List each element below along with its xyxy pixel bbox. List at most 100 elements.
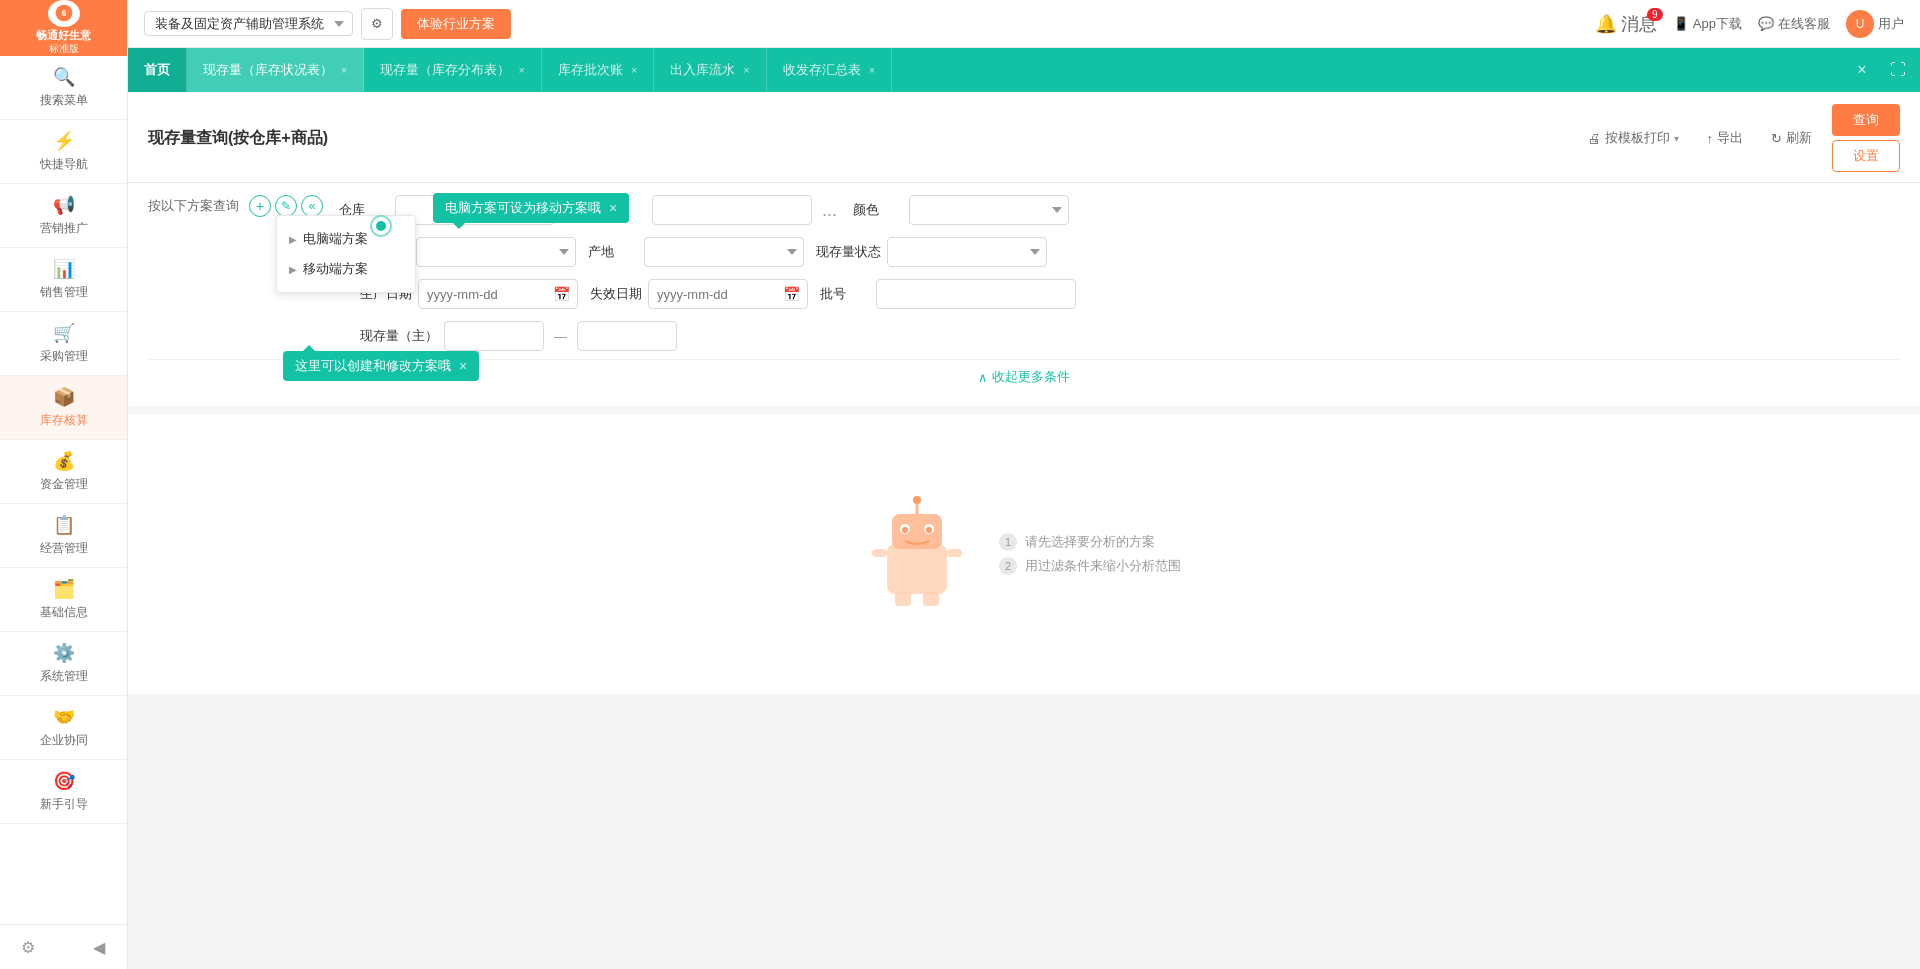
tab-recv-summary-label: 收发存汇总表 — [783, 61, 861, 79]
sidebar-item-purchase[interactable]: 🛒 采购管理 — [0, 312, 127, 376]
tab-batch-ledger[interactable]: 库存批次账 × — [542, 48, 654, 92]
refresh-icon: ↻ — [1771, 131, 1782, 146]
tab-batch-ledger-close[interactable]: × — [631, 64, 637, 76]
print-dropdown-icon: ▾ — [1674, 133, 1679, 144]
sidebar-item-sales[interactable]: 📊 销售管理 — [0, 248, 127, 312]
app-download-btn[interactable]: 📱 App下载 — [1673, 15, 1742, 33]
sidebar-item-label: 系统管理 — [40, 668, 88, 685]
app-download-label: App下载 — [1693, 15, 1742, 33]
online-service-btn[interactable]: 💬 在线客服 — [1758, 15, 1830, 33]
empty-state-container: 1 请先选择要分析的方案 2 用过滤条件来缩小分析范围 — [128, 414, 1920, 694]
sidebar-item-operations[interactable]: 📋 经营管理 — [0, 504, 127, 568]
system-selector[interactable]: 装备及固定资产辅助管理系统 — [144, 11, 353, 36]
tooltip-create-scheme: 这里可以创建和修改方案哦 × — [283, 351, 479, 381]
stock-main-label: 现存量（主） — [360, 327, 438, 345]
scheme-tree-mobile[interactable]: ▶ 移动端方案 — [277, 254, 415, 284]
tooltip2-close-btn[interactable]: × — [459, 358, 467, 374]
stock-main-to-input[interactable] — [577, 321, 677, 351]
tab-in-out-flow[interactable]: 出入库流水 × — [654, 48, 766, 92]
guide-icon: 🎯 — [53, 770, 75, 792]
svg-point-7 — [926, 527, 932, 533]
purchase-icon: 🛒 — [53, 322, 75, 344]
basic-info-icon: 🗂️ — [53, 578, 75, 600]
expire-date-field: 失效日期 📅 — [590, 279, 808, 309]
sidebar-item-label: 销售管理 — [40, 284, 88, 301]
product-input[interactable] — [652, 195, 812, 225]
settings-icon-btn[interactable]: ⚙ — [361, 8, 393, 40]
size-select[interactable] — [416, 237, 576, 267]
sidebar-settings-btn[interactable]: ⚙ — [8, 933, 48, 961]
tab-recv-summary-close[interactable]: × — [869, 64, 875, 76]
top-header: 装备及固定资产辅助管理系统 ⚙ 体验行业方案 🔔 消息 9 📱 App下载 💬 … — [128, 0, 1920, 48]
sidebar-item-enterprise[interactable]: 🤝 企业协同 — [0, 696, 127, 760]
scheme-back-btn[interactable]: « — [301, 195, 323, 217]
svg-point-9 — [913, 496, 921, 504]
app-logo: 6 畅通好生意 标准版 — [0, 0, 127, 56]
mobile-scheme-label: 移动端方案 — [303, 260, 368, 278]
scheme-tree-panel: ▶ 电脑端方案 ▶ 移动端方案 — [276, 215, 416, 293]
print-btn[interactable]: 🖨 按模板打印 ▾ — [1580, 125, 1687, 151]
logo-sub: 标准版 — [49, 42, 79, 56]
tab-in-out-flow-close[interactable]: × — [743, 64, 749, 76]
industry-btn[interactable]: 体验行业方案 — [401, 9, 511, 39]
sidebar-item-inventory[interactable]: 📦 库存核算 — [0, 376, 127, 440]
tooltip1-close-btn[interactable]: × — [609, 200, 617, 216]
message-badge: 9 — [1647, 8, 1663, 21]
enterprise-icon: 🤝 — [53, 706, 75, 728]
tab-bar-right: × ⛶ — [1848, 56, 1920, 84]
sidebar-item-guide[interactable]: 🎯 新手引导 — [0, 760, 127, 824]
tab-inventory-dist-close[interactable]: × — [518, 64, 524, 76]
batch-input[interactable] — [876, 279, 1076, 309]
tab-bar: 首页 现存量（库存状况表） × 现存量（库存分布表） × 库存批次账 × 出入库… — [128, 48, 1920, 92]
refresh-btn[interactable]: ↻ 刷新 — [1763, 125, 1820, 151]
collapse-chevron-up-icon: ∧ — [978, 370, 988, 385]
pc-scheme-label: 电脑端方案 — [303, 230, 368, 248]
tab-inventory-dist[interactable]: 现存量（库存分布表） × — [364, 48, 541, 92]
export-btn[interactable]: ↑ 导出 — [1699, 125, 1752, 151]
stock-main-separator: — — [550, 329, 571, 344]
stock-status-select[interactable] — [887, 237, 1047, 267]
expire-date-input[interactable] — [648, 279, 808, 309]
tab-fullscreen-btn[interactable]: ⛶ — [1884, 56, 1912, 84]
user-btn[interactable]: U 用户 — [1846, 10, 1904, 38]
refresh-label: 刷新 — [1786, 129, 1812, 147]
tab-inventory-status-close[interactable]: × — [341, 64, 347, 76]
sidebar-item-basic-info[interactable]: 🗂️ 基础信息 — [0, 568, 127, 632]
sidebar-item-search-menu[interactable]: 🔍 搜索菜单 — [0, 56, 127, 120]
sidebar-item-label: 资金管理 — [40, 476, 88, 493]
scheme-edit-btn[interactable]: ✎ — [275, 195, 297, 217]
color-select[interactable] — [909, 195, 1069, 225]
query-btn[interactable]: 查询 — [1832, 104, 1900, 136]
sidebar-collapse-btn[interactable]: ◀ — [79, 933, 119, 961]
hint-num-2: 2 — [999, 557, 1017, 575]
system-title-area: 装备及固定资产辅助管理系统 ⚙ 体验行业方案 — [144, 8, 1583, 40]
empty-hint-1: 1 请先选择要分析的方案 — [999, 533, 1181, 551]
tab-recv-summary[interactable]: 收发存汇总表 × — [767, 48, 892, 92]
page-header: 现存量查询(按仓库+商品) 🖨 按模板打印 ▾ ↑ 导出 ↻ 刷新 — [128, 92, 1920, 183]
tab-close-all-btn[interactable]: × — [1848, 56, 1876, 84]
sidebar-item-quick-nav[interactable]: ⚡ 快捷导航 — [0, 120, 127, 184]
svg-rect-12 — [895, 592, 911, 606]
page-actions: 🖨 按模板打印 ▾ ↑ 导出 ↻ 刷新 查询 设置 — [1580, 104, 1901, 172]
inventory-icon: 📦 — [53, 386, 75, 408]
stock-main-from-input[interactable] — [444, 321, 544, 351]
finance-icon: 💰 — [53, 450, 75, 472]
svg-text:6: 6 — [61, 9, 66, 19]
message-btn[interactable]: 🔔 消息 9 — [1595, 12, 1657, 36]
product-more-dots[interactable]: ... — [818, 200, 841, 221]
setting-btn[interactable]: 设置 — [1832, 140, 1900, 172]
sidebar-item-finance[interactable]: 💰 资金管理 — [0, 440, 127, 504]
export-label: 导出 — [1717, 129, 1743, 147]
scheme-tree-pc[interactable]: ▶ 电脑端方案 — [277, 224, 415, 254]
tab-home[interactable]: 首页 — [128, 48, 187, 92]
tab-inventory-status[interactable]: 现存量（库存状况表） × — [187, 48, 364, 92]
hint-text-1: 请先选择要分析的方案 — [1025, 533, 1155, 551]
origin-select[interactable] — [644, 237, 804, 267]
sidebar-item-marketing[interactable]: 📢 营销推广 — [0, 184, 127, 248]
color-label: 颜色 — [853, 201, 903, 219]
scheme-actions: + ✎ « — [249, 195, 323, 217]
prod-date-input[interactable] — [418, 279, 578, 309]
scheme-add-btn[interactable]: + — [249, 195, 271, 217]
sidebar-item-system[interactable]: ⚙️ 系统管理 — [0, 632, 127, 696]
origin-label: 产地 — [588, 243, 638, 261]
